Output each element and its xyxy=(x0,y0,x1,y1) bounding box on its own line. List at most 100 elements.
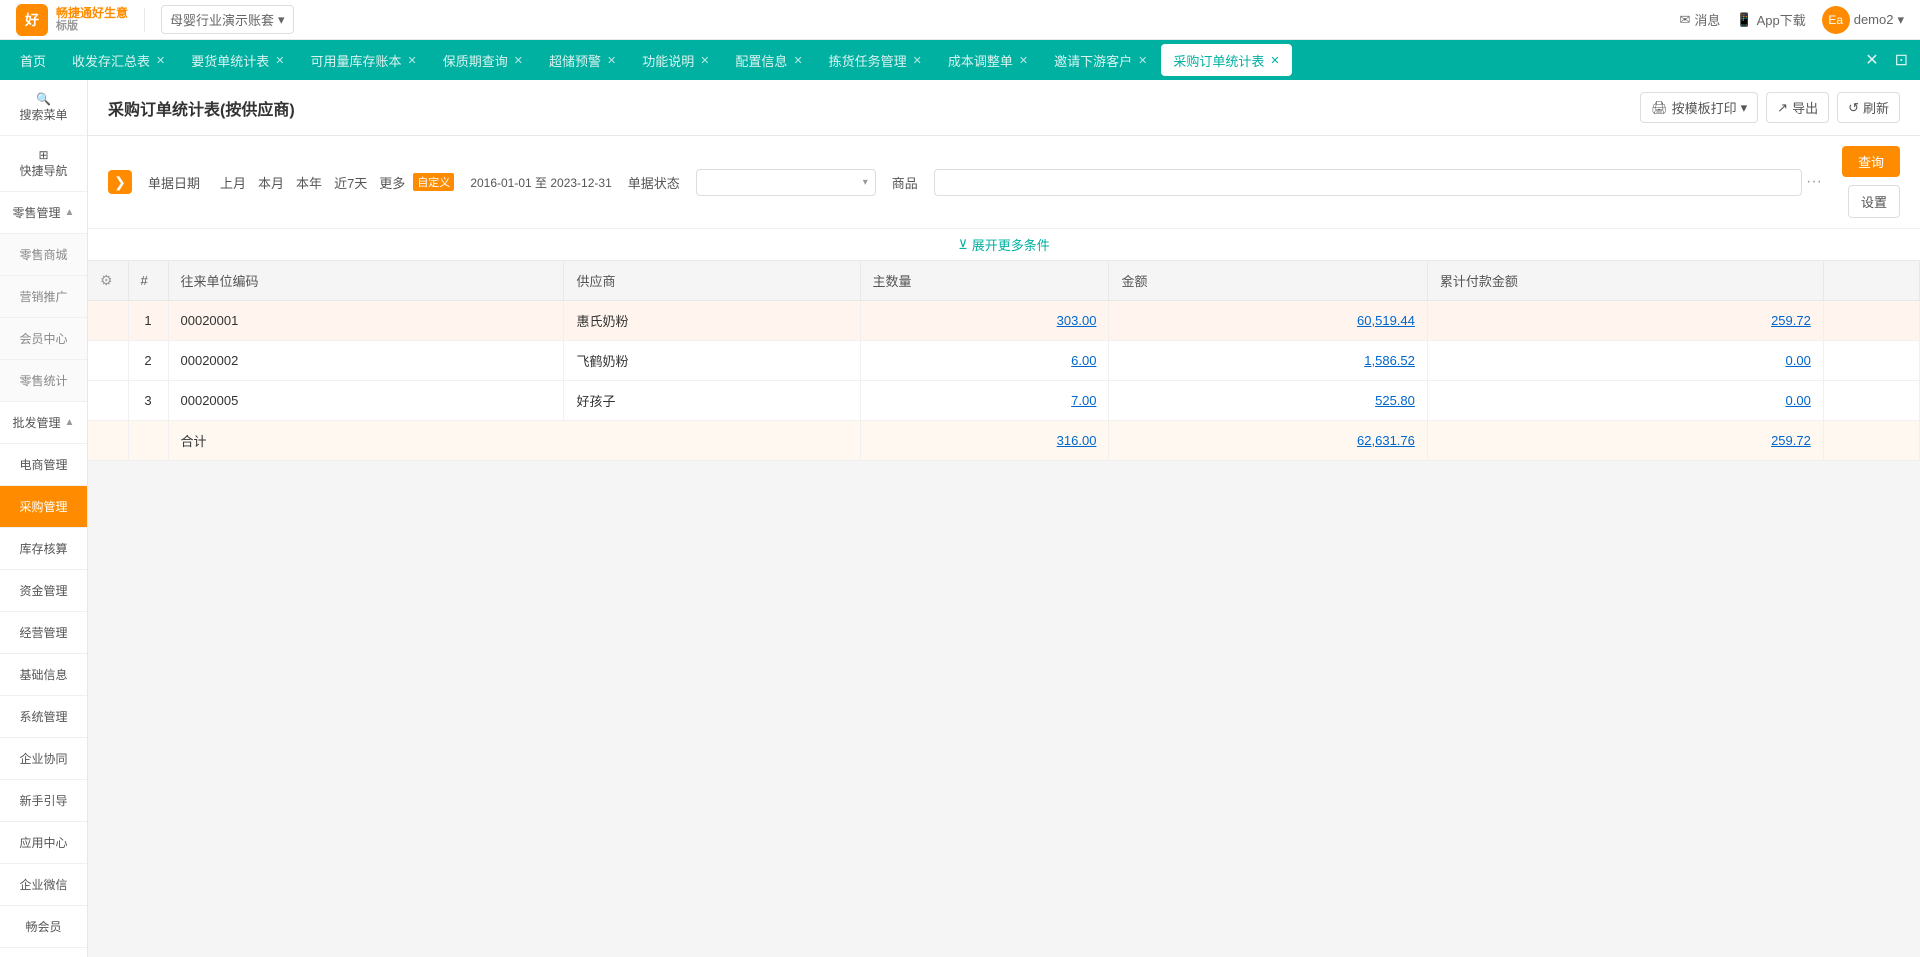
tab-yaohuo[interactable]: 要货单统计表 ✕ xyxy=(179,44,296,76)
tab-label: 收发存汇总表 xyxy=(72,51,150,70)
sidebar-item-purchase[interactable]: 采购管理 xyxy=(0,486,87,528)
sidebar-wholesale-label: 批发管理 xyxy=(13,414,61,431)
sidebar-item-marketing[interactable]: 营销推广 xyxy=(0,276,87,318)
tab-peizhi[interactable]: 配置信息 ✕ xyxy=(723,44,814,76)
query-button[interactable]: 查询 xyxy=(1842,146,1900,177)
page-title: 采购订单统计表(按供应商) xyxy=(108,96,295,132)
sidebar-item-member[interactable]: 会员中心 xyxy=(0,318,87,360)
settings-button[interactable]: 设置 xyxy=(1848,185,1900,218)
tab-home[interactable]: 首页 xyxy=(8,51,58,70)
sidebar-item-retail-mgmt[interactable]: 零售管理 ▲ xyxy=(0,192,87,234)
sidebar-inventory-label: 库存核算 xyxy=(19,542,67,556)
close-icon[interactable]: ✕ xyxy=(1138,54,1147,67)
sidebar-item-finance[interactable]: 资金管理 xyxy=(0,570,87,612)
tab-label: 可用量库存账本 xyxy=(310,51,401,70)
tab-keyongliang[interactable]: 可用量库存账本 ✕ xyxy=(298,44,428,76)
sidebar-item-search[interactable]: 🔍 搜索菜单 xyxy=(0,80,87,136)
sidebar-item-member2[interactable]: 畅会员 xyxy=(0,906,87,948)
sidebar-item-inventory[interactable]: 库存核算 xyxy=(0,528,87,570)
close-icon[interactable]: ✕ xyxy=(1270,54,1279,67)
row-code: 00020002 xyxy=(168,341,564,381)
status-select[interactable] xyxy=(696,169,876,196)
sidebar-item-retail-stats[interactable]: 零售统计 xyxy=(0,360,87,402)
row-code: 00020001 xyxy=(168,301,564,341)
sidebar-wxwork-label: 企业微信 xyxy=(19,878,67,892)
sidebar-item-ecommerce[interactable]: 电商管理 xyxy=(0,444,87,486)
sidebar-retail-shop-label: 零售商城 xyxy=(19,248,67,262)
tab-jian[interactable]: 拣货任务管理 ✕ xyxy=(817,44,934,76)
tab-gongneng[interactable]: 功能说明 ✕ xyxy=(630,44,721,76)
row-quantity[interactable]: 303.00 xyxy=(860,301,1109,341)
custom-badge: 自定义 xyxy=(413,173,454,191)
sidebar-item-apps[interactable]: 应用中心 xyxy=(0,822,87,864)
close-icon[interactable]: ✕ xyxy=(1019,54,1028,67)
sidebar-collab-label: 企业协同 xyxy=(19,752,67,766)
shortcut-7days[interactable]: 近7天 xyxy=(330,171,371,194)
shortcut-more[interactable]: 更多 xyxy=(375,171,409,194)
filter-section: ❯ 单据日期 上月 本月 本年 近7天 更多 自定义 2016-01-01 至 … xyxy=(88,136,1920,261)
logo-subtext: 标版 xyxy=(56,20,128,33)
row-quantity[interactable]: 6.00 xyxy=(860,341,1109,381)
sidebar-item-retail-shop[interactable]: 零售商城 xyxy=(0,234,87,276)
sidebar-item-system[interactable]: 系统管理 xyxy=(0,696,87,738)
chevron-down-icon: ▲ xyxy=(65,417,75,428)
row-amount[interactable]: 525.80 xyxy=(1109,381,1427,421)
sidebar-item-wholesale[interactable]: 批发管理 ▲ xyxy=(0,402,87,444)
more-options-icon[interactable]: ··· xyxy=(1802,173,1826,191)
row-paid[interactable]: 259.72 xyxy=(1427,301,1823,341)
close-icon[interactable]: ✕ xyxy=(793,54,802,67)
tab-shoufasun[interactable]: 收发存汇总表 ✕ xyxy=(60,44,177,76)
layout: 🔍 搜索菜单 ⊞ 快捷导航 零售管理 ▲ 零售商城 营销推广 会员中心 零售统计… xyxy=(0,80,1920,957)
table-row: 2 00020002 飞鹤奶粉 6.00 1,586.52 0.00 xyxy=(88,341,1920,381)
tab-close-all-icon[interactable]: ✕ xyxy=(1861,48,1882,72)
close-icon[interactable]: ✕ xyxy=(156,54,165,67)
sidebar-item-quicknav[interactable]: ⊞ 快捷导航 xyxy=(0,136,87,192)
app-download-btn[interactable]: 📱 App下载 xyxy=(1736,10,1805,29)
close-icon[interactable]: ✕ xyxy=(514,54,523,67)
close-icon[interactable]: ✕ xyxy=(913,54,922,67)
row-check xyxy=(88,301,128,341)
row-paid[interactable]: 0.00 xyxy=(1427,341,1823,381)
tab-chaochu[interactable]: 超储预警 ✕ xyxy=(537,44,628,76)
refresh-button[interactable]: ↺ 刷新 xyxy=(1837,92,1900,123)
tab-label: 拣货任务管理 xyxy=(829,51,907,70)
tab-fullscreen-icon[interactable]: ⊡ xyxy=(1891,48,1912,72)
th-code: 往来单位编码 xyxy=(168,261,564,301)
tab-label: 邀请下游客户 xyxy=(1054,51,1132,70)
sidebar-item-guide[interactable]: 新手引导 xyxy=(0,780,87,822)
query-actions: 查询 设置 xyxy=(1842,146,1900,218)
tab-baozhi[interactable]: 保质期查询 ✕ xyxy=(431,44,535,76)
close-icon[interactable]: ✕ xyxy=(408,54,417,67)
shortcut-this-year[interactable]: 本年 xyxy=(292,171,326,194)
workspace-selector[interactable]: 母婴行业演示账套 ▾ xyxy=(161,5,294,34)
sidebar-item-collab[interactable]: 企业协同 xyxy=(0,738,87,780)
sidebar-item-ops[interactable]: 经营管理 xyxy=(0,612,87,654)
shortcut-last-month[interactable]: 上月 xyxy=(216,171,250,194)
page-header: 采购订单统计表(按供应商) 🖨 按模板打印 ▾ ↗ 导出 ↺ 刷新 xyxy=(88,80,1920,136)
row-paid[interactable]: 0.00 xyxy=(1427,381,1823,421)
sidebar-item-basic[interactable]: 基础信息 xyxy=(0,654,87,696)
row-amount[interactable]: 60,519.44 xyxy=(1109,301,1427,341)
row-quantity[interactable]: 7.00 xyxy=(860,381,1109,421)
row-amount[interactable]: 1,586.52 xyxy=(1109,341,1427,381)
row-extra xyxy=(1823,301,1919,341)
filter-toggle-button[interactable]: ❯ xyxy=(108,170,132,194)
tab-caigou-active[interactable]: 采购订单统计表 ✕ xyxy=(1161,44,1291,76)
shortcut-this-month[interactable]: 本月 xyxy=(254,171,288,194)
export-button[interactable]: ↗ 导出 xyxy=(1766,92,1829,123)
sidebar-item-wxwork[interactable]: 企业微信 xyxy=(0,864,87,906)
sidebar-purchase-label: 采购管理 xyxy=(19,500,67,514)
close-icon[interactable]: ✕ xyxy=(275,54,284,67)
print-button[interactable]: 🖨 按模板打印 ▾ xyxy=(1640,92,1758,123)
message-btn[interactable]: ✉ 消息 xyxy=(1679,10,1720,29)
goods-search-input[interactable] xyxy=(934,169,1802,196)
tab-yaoqing[interactable]: 邀请下游客户 ✕ xyxy=(1042,44,1159,76)
expand-conditions-button[interactable]: ⊻ 展开更多条件 xyxy=(958,235,1050,254)
footer-num xyxy=(128,421,168,461)
user-menu[interactable]: Ea demo2 ▾ xyxy=(1822,6,1904,34)
settings-icon[interactable]: ⚙ xyxy=(100,272,113,288)
th-settings[interactable]: ⚙ xyxy=(88,261,128,301)
close-icon[interactable]: ✕ xyxy=(607,54,616,67)
tab-chengben[interactable]: 成本调整单 ✕ xyxy=(936,44,1040,76)
close-icon[interactable]: ✕ xyxy=(700,54,709,67)
